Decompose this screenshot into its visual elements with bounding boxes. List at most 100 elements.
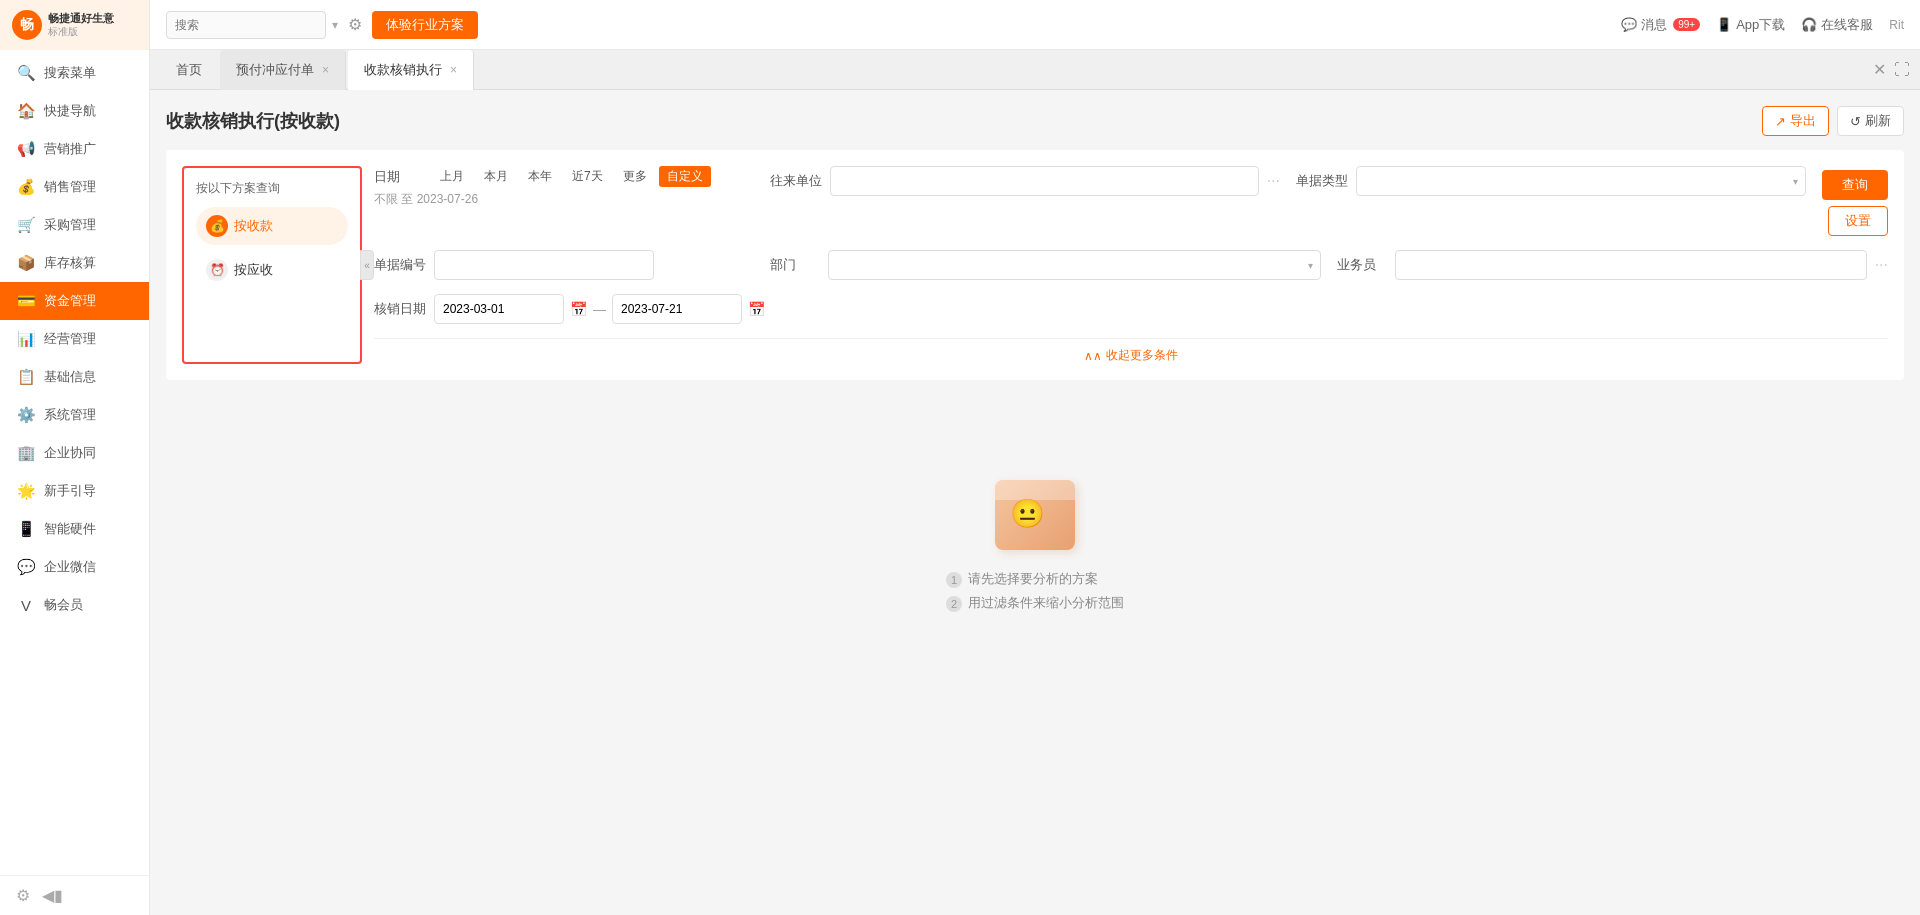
counterpart-more-icon[interactable]: ···	[1267, 172, 1280, 190]
staff-filter-group: 业务员 ···	[1337, 250, 1888, 280]
sidebar-item-quick-nav[interactable]: 🏠 快捷导航	[0, 92, 149, 130]
empty-face-icon: 😐	[1010, 497, 1045, 530]
date-more-btn[interactable]: 更多	[615, 166, 655, 187]
sidebar-item-guide[interactable]: 🌟 新手引导	[0, 472, 149, 510]
online-service-item[interactable]: 🎧 在线客服	[1801, 16, 1873, 34]
tab-prepay-label: 预付冲应付单	[236, 61, 314, 79]
staff-input[interactable]	[1395, 250, 1867, 280]
sidebar-item-finance[interactable]: 💳 资金管理	[0, 282, 149, 320]
dept-label: 部门	[770, 256, 820, 274]
filter-by-receivable[interactable]: ⏰ 按应收	[196, 251, 348, 289]
date-last-month-btn[interactable]: 上月	[432, 166, 472, 187]
verify-date-end-input[interactable]	[612, 294, 742, 324]
app-logo: 畅 畅捷通好生意 标准版	[0, 0, 149, 50]
sidebar-item-label: 采购管理	[44, 216, 96, 234]
staff-label: 业务员	[1337, 256, 1387, 274]
tab-home[interactable]: 首页	[160, 50, 218, 90]
date-no-limit-text: 不限 至 2023-07-26	[374, 192, 478, 206]
sidebar-item-label: 经营管理	[44, 330, 96, 348]
app-download-item[interactable]: 📱 App下载	[1716, 16, 1785, 34]
date-range-separator: —	[593, 302, 606, 317]
solution-button[interactable]: 体验行业方案	[372, 11, 478, 39]
marketing-icon: 📢	[16, 140, 36, 158]
sidebar-item-collab[interactable]: 🏢 企业协同	[0, 434, 149, 472]
sidebar-item-label: 资金管理	[44, 292, 96, 310]
user-name[interactable]: Rit	[1889, 18, 1904, 32]
tab-verify[interactable]: 收款核销执行 ×	[348, 50, 474, 90]
tabs-right-actions: ✕ ⛶	[1873, 60, 1920, 79]
app-icon: 📱	[1716, 17, 1732, 32]
home-icon: 🏠	[16, 102, 36, 120]
tab-prepay[interactable]: 预付冲应付单 ×	[220, 50, 346, 90]
date-this-year-btn[interactable]: 本年	[520, 166, 560, 187]
doc-no-input[interactable]	[434, 250, 654, 280]
date-7days-btn[interactable]: 近7天	[564, 166, 611, 187]
inventory-icon: 📦	[16, 254, 36, 272]
sidebar-item-basic[interactable]: 📋 基础信息	[0, 358, 149, 396]
sidebar-item-purchase[interactable]: 🛒 采购管理	[0, 206, 149, 244]
empty-step-1-text: 请先选择要分析的方案	[968, 570, 1098, 588]
close-tab-button[interactable]: ✕	[1873, 60, 1886, 79]
topbar-right: 💬 消息 99+ 📱 App下载 🎧 在线客服 Rit	[1621, 16, 1904, 34]
system-icon: ⚙️	[16, 406, 36, 424]
topbar-gear-icon[interactable]: ⚙	[348, 15, 362, 34]
staff-more-icon[interactable]: ···	[1875, 256, 1888, 274]
sidebar-item-label: 销售管理	[44, 178, 96, 196]
filter-collapse-button[interactable]: «	[360, 250, 374, 280]
sidebar-item-label: 畅会员	[44, 596, 83, 614]
setting-button[interactable]: 设置	[1828, 206, 1888, 236]
filter-panel: 按以下方案查询 💰 按收款 ⏰ 按应收 « 日期	[166, 150, 1904, 380]
sidebar-item-search[interactable]: 🔍 搜索菜单	[0, 54, 149, 92]
action-buttons: 查询 设置	[1822, 166, 1888, 236]
sidebar-item-vip[interactable]: V 畅会员	[0, 586, 149, 624]
date-this-month-btn[interactable]: 本月	[476, 166, 516, 187]
refresh-icon: ↺	[1850, 114, 1861, 129]
counterpart-input[interactable]	[830, 166, 1259, 196]
verify-date-start-cal-icon[interactable]: 📅	[570, 301, 587, 317]
topbar-search-input[interactable]	[166, 11, 326, 39]
step-1-number: 1	[946, 572, 962, 588]
verify-date-end-cal-icon[interactable]: 📅	[748, 301, 765, 317]
page-actions: ↗ 导出 ↺ 刷新	[1762, 106, 1904, 136]
sidebar-item-label: 企业微信	[44, 558, 96, 576]
sidebar-item-system[interactable]: ⚙️ 系统管理	[0, 396, 149, 434]
sidebar-item-label: 快捷导航	[44, 102, 96, 120]
counterpart-label: 往来单位	[770, 172, 822, 190]
verify-date-range: 📅 — 📅	[434, 294, 765, 324]
sidebar-item-inventory[interactable]: 📦 库存核算	[0, 244, 149, 282]
tab-verify-close-icon[interactable]: ×	[450, 63, 457, 77]
topbar-dropdown-icon[interactable]: ▾	[332, 18, 338, 32]
sidebar-item-sales[interactable]: 💰 销售管理	[0, 168, 149, 206]
query-button[interactable]: 查询	[1822, 170, 1888, 200]
refresh-button[interactable]: ↺ 刷新	[1837, 106, 1904, 136]
sidebar-item-operation[interactable]: 📊 经营管理	[0, 320, 149, 358]
step-2-number: 2	[946, 596, 962, 612]
verify-date-start-input[interactable]	[434, 294, 564, 324]
page-header: 收款核销执行(按收款) ↗ 导出 ↺ 刷新	[166, 106, 1904, 136]
collapse-more-button[interactable]: ∧∧ 收起更多条件	[374, 338, 1888, 364]
export-button[interactable]: ↗ 导出	[1762, 106, 1829, 136]
empty-step-2: 2 用过滤条件来缩小分析范围	[946, 594, 1124, 612]
filter-by-receivable-label: 按应收	[234, 261, 273, 279]
settings-icon[interactable]: ⚙	[16, 886, 30, 905]
tabs-bar: 首页 预付冲应付单 × 收款核销执行 × ✕ ⛶	[150, 50, 1920, 90]
collapse-more-label: 收起更多条件	[1106, 347, 1178, 364]
sidebar-item-wechat[interactable]: 💬 企业微信	[0, 548, 149, 586]
collapse-sidebar-icon[interactable]: ◀▮	[42, 886, 63, 905]
purchase-icon: 🛒	[16, 216, 36, 234]
tab-prepay-close-icon[interactable]: ×	[322, 63, 329, 77]
message-icon: 💬	[1621, 17, 1637, 32]
doc-type-select[interactable]	[1356, 166, 1806, 196]
filter-by-receipt[interactable]: 💰 按收款	[196, 207, 348, 245]
receipt-icon: 💰	[206, 215, 228, 237]
sidebar-item-marketing[interactable]: 📢 营销推广	[0, 130, 149, 168]
sidebar-item-hardware[interactable]: 📱 智能硬件	[0, 510, 149, 548]
date-custom-btn[interactable]: 自定义	[659, 166, 711, 187]
receivable-icon: ⏰	[206, 259, 228, 281]
message-item[interactable]: 💬 消息 99+	[1621, 16, 1700, 34]
empty-step-1: 1 请先选择要分析的方案	[946, 570, 1098, 588]
expand-tab-button[interactable]: ⛶	[1894, 61, 1910, 79]
dept-select[interactable]	[828, 250, 1321, 280]
sidebar-nav: 🔍 搜索菜单 🏠 快捷导航 📢 营销推广 💰 销售管理 🛒 采购管理 📦 库存核…	[0, 50, 149, 875]
app-download-label: App下载	[1736, 16, 1785, 34]
